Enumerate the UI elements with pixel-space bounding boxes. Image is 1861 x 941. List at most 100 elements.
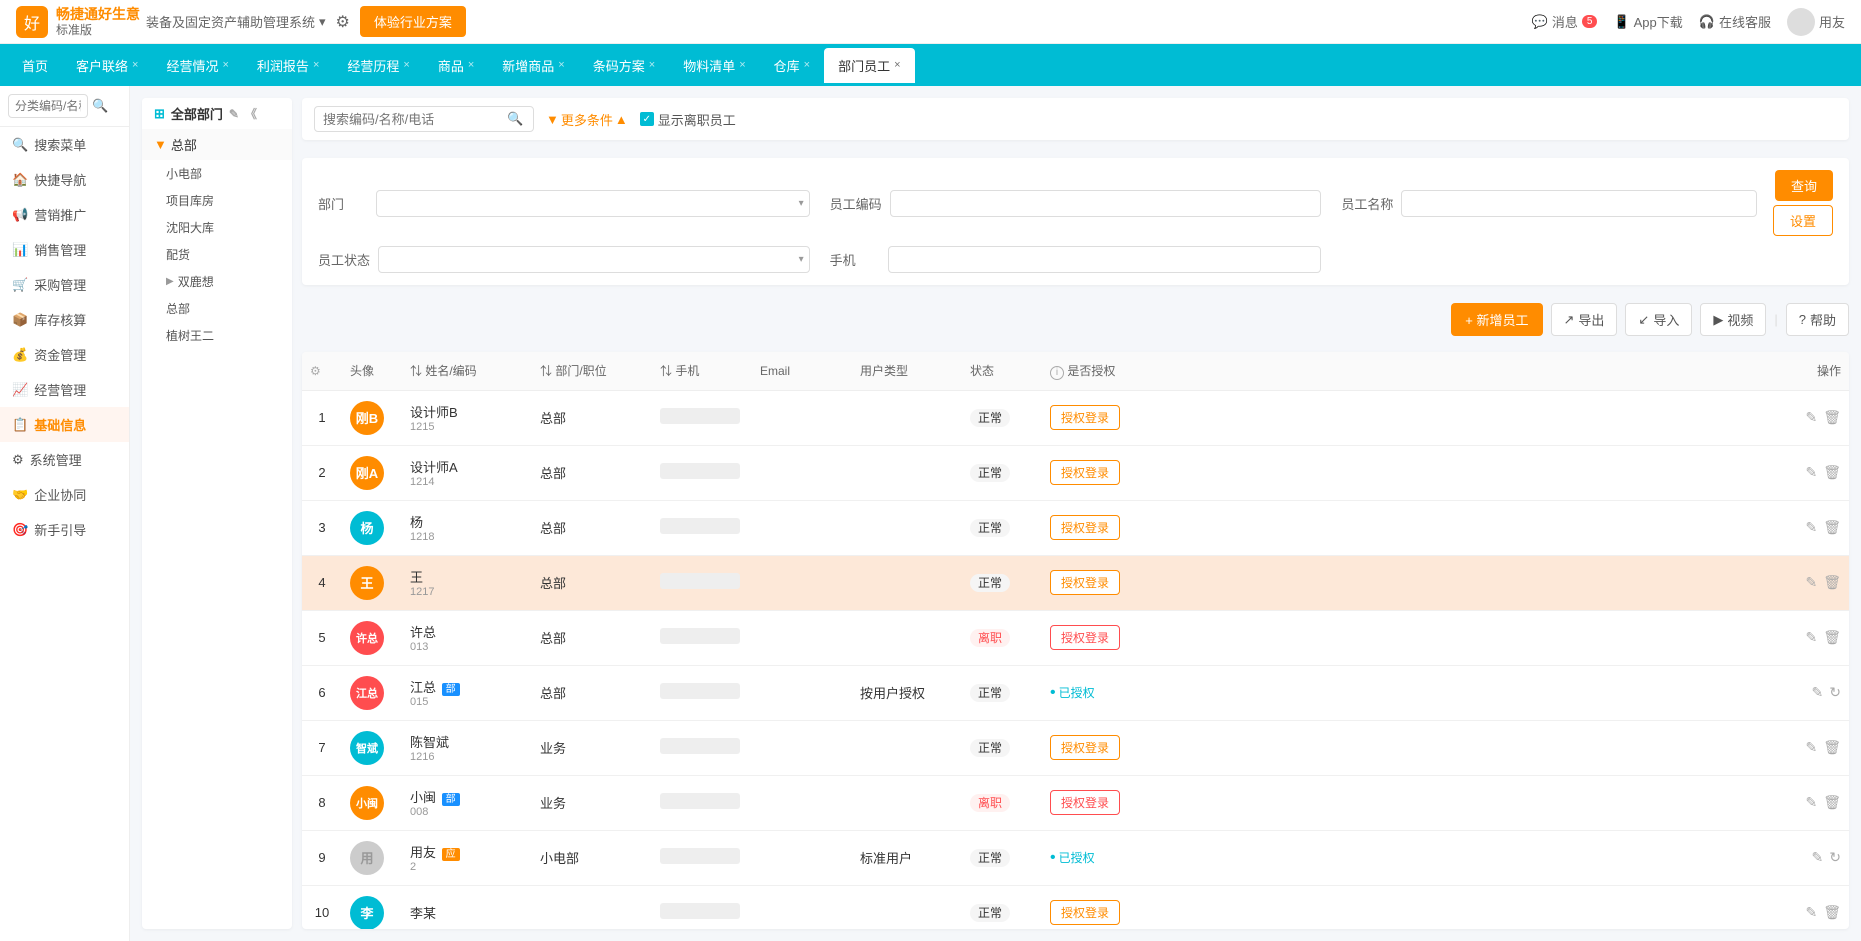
- edit-button[interactable]: ✎: [1805, 464, 1817, 481]
- delete-button[interactable]: 🗑: [1823, 629, 1841, 646]
- auth-button[interactable]: 授权登录: [1050, 460, 1120, 485]
- app-download-button[interactable]: 📱 App下载: [1613, 12, 1682, 31]
- delete-button[interactable]: 🗑: [1823, 464, 1841, 481]
- sidebar-item-inventory[interactable]: 📦 库存核算: [0, 302, 129, 337]
- nav-tab-warehouse[interactable]: 仓库 ×: [760, 48, 824, 83]
- dept-item-shuanglu[interactable]: ▶ 双鹿想: [142, 268, 292, 295]
- sidebar-item-collab[interactable]: 🤝 企业协同: [0, 477, 129, 512]
- dropdown-arrow[interactable]: ▾: [319, 14, 326, 30]
- sidebar-item-shortcut[interactable]: 🏠 快捷导航: [0, 162, 129, 197]
- close-icon[interactable]: ×: [313, 59, 319, 71]
- edit-button[interactable]: ✎: [1805, 519, 1817, 536]
- status-select[interactable]: [378, 246, 810, 273]
- video-button[interactable]: ▶ 视频: [1700, 303, 1766, 336]
- edit-button[interactable]: ✎: [1805, 794, 1817, 811]
- name-filter-input[interactable]: [1401, 190, 1757, 217]
- nav-tab-bom[interactable]: 物料清单 ×: [669, 48, 759, 83]
- resigned-checkbox[interactable]: ✓: [640, 112, 654, 126]
- set-button[interactable]: 设置: [1773, 205, 1833, 236]
- info-icon[interactable]: i: [1050, 366, 1064, 380]
- close-icon[interactable]: ×: [468, 59, 474, 71]
- sidebar-item-purchase[interactable]: 🛒 采购管理: [0, 267, 129, 302]
- auth-button[interactable]: 授权登录: [1050, 790, 1120, 815]
- th-name-code[interactable]: ⇅ 姓名/编码: [402, 352, 532, 390]
- sidebar-item-finance[interactable]: 💰 资金管理: [0, 337, 129, 372]
- nav-tab-home[interactable]: 首页: [8, 48, 62, 83]
- close-icon[interactable]: ×: [894, 59, 900, 71]
- settings-icon[interactable]: ⚙: [310, 364, 321, 378]
- dept-all-header[interactable]: ⊞ 全部部门 ✎ 《: [142, 98, 292, 129]
- close-icon[interactable]: ×: [403, 59, 409, 71]
- edit-button[interactable]: ✎: [1812, 684, 1824, 701]
- delete-button[interactable]: 🗑: [1823, 904, 1841, 921]
- close-icon[interactable]: ×: [222, 59, 228, 71]
- edit-button[interactable]: ✎: [1812, 849, 1824, 866]
- edit-button[interactable]: ✎: [1805, 904, 1817, 921]
- import-button[interactable]: ↙ 导入: [1625, 303, 1692, 336]
- dept-item-xiaodian[interactable]: 小电部: [142, 160, 292, 187]
- sidebar-item-business[interactable]: 📈 经营管理: [0, 372, 129, 407]
- nav-tab-barcode[interactable]: 条码方案 ×: [579, 48, 669, 83]
- close-icon[interactable]: ×: [739, 59, 745, 71]
- refresh-button[interactable]: ↻: [1829, 849, 1841, 866]
- edit-button[interactable]: ✎: [1805, 574, 1817, 591]
- search-input[interactable]: [323, 112, 503, 127]
- nav-tab-new-goods[interactable]: 新增商品 ×: [488, 48, 578, 83]
- sidebar-item-basic[interactable]: 📋 基础信息: [0, 407, 129, 442]
- dept-edit-icon[interactable]: ✎: [229, 107, 239, 121]
- export-button[interactable]: ↗ 导出: [1551, 303, 1618, 336]
- edit-button[interactable]: ✎: [1805, 629, 1817, 646]
- sidebar-item-guide[interactable]: 🎯 新手引导: [0, 512, 129, 547]
- search-button[interactable]: 查询: [1775, 170, 1833, 201]
- th-phone[interactable]: ⇅ 手机: [652, 352, 752, 390]
- code-filter-input[interactable]: [890, 190, 1322, 217]
- help-button[interactable]: ? 帮助: [1786, 303, 1849, 336]
- sidebar-item-system[interactable]: ⚙ 系统管理: [0, 442, 129, 477]
- nav-tab-history[interactable]: 经营历程 ×: [333, 48, 423, 83]
- delete-button[interactable]: 🗑: [1823, 794, 1841, 811]
- sidebar-search-input[interactable]: [8, 94, 88, 118]
- dept-collapse-icon[interactable]: 《: [245, 105, 257, 122]
- auth-button[interactable]: 授权登录: [1050, 405, 1120, 430]
- auth-button[interactable]: 授权登录: [1050, 735, 1120, 760]
- auth-button[interactable]: 授权登录: [1050, 900, 1120, 925]
- auth-button[interactable]: 授权登录: [1050, 625, 1120, 650]
- dept-select[interactable]: [376, 190, 810, 217]
- close-icon[interactable]: ×: [804, 59, 810, 71]
- th-dept-position[interactable]: ⇅ 部门/职位: [532, 352, 652, 390]
- phone-filter-input[interactable]: [888, 246, 1322, 273]
- nav-tab-profit[interactable]: 利润报告 ×: [243, 48, 333, 83]
- sidebar-item-search[interactable]: 🔍 搜索菜单: [0, 127, 129, 162]
- nav-tab-operation[interactable]: 经营情况 ×: [152, 48, 242, 83]
- delete-button[interactable]: 🗑: [1823, 409, 1841, 426]
- nav-tab-goods[interactable]: 商品 ×: [424, 48, 488, 83]
- nav-tab-staff[interactable]: 部门员工 ×: [824, 48, 914, 83]
- add-employee-button[interactable]: + 新增员工: [1451, 303, 1542, 336]
- dept-item-zhishu[interactable]: 植树王二: [142, 322, 292, 349]
- auth-button[interactable]: 授权登录: [1050, 515, 1120, 540]
- dept-item-shenyang[interactable]: 沈阳大库: [142, 214, 292, 241]
- gear-icon[interactable]: ⚙: [336, 12, 350, 32]
- sidebar-item-sales[interactable]: 📊 销售管理: [0, 232, 129, 267]
- delete-button[interactable]: 🗑: [1823, 739, 1841, 756]
- dept-item-zongbu[interactable]: 总部: [142, 295, 292, 322]
- edit-button[interactable]: ✎: [1805, 739, 1817, 756]
- refresh-button[interactable]: ↻: [1829, 684, 1841, 701]
- close-icon[interactable]: ×: [558, 59, 564, 71]
- message-button[interactable]: 💬 消息 5: [1532, 12, 1598, 31]
- edit-button[interactable]: ✎: [1805, 409, 1817, 426]
- delete-button[interactable]: 🗑: [1823, 519, 1841, 536]
- close-icon[interactable]: ×: [649, 59, 655, 71]
- delete-button[interactable]: 🗑: [1823, 574, 1841, 591]
- sidebar-item-marketing[interactable]: 📢 营销推广: [0, 197, 129, 232]
- trial-button[interactable]: 体验行业方案: [360, 6, 466, 37]
- th-settings[interactable]: ⚙: [302, 352, 342, 390]
- system-title-area[interactable]: 装备及固定资产辅助管理系统 ▾: [146, 12, 326, 31]
- nav-tab-customer[interactable]: 客户联络 ×: [62, 48, 152, 83]
- more-filter-button[interactable]: ▼ 更多条件 ▲: [546, 110, 628, 129]
- online-service-button[interactable]: 🎧 在线客服: [1699, 12, 1771, 31]
- dept-item-peihuo[interactable]: 配货: [142, 241, 292, 268]
- show-resigned-toggle[interactable]: ✓ 显示离职员工: [640, 110, 736, 129]
- dept-item-project[interactable]: 项目库房: [142, 187, 292, 214]
- auth-button[interactable]: 授权登录: [1050, 570, 1120, 595]
